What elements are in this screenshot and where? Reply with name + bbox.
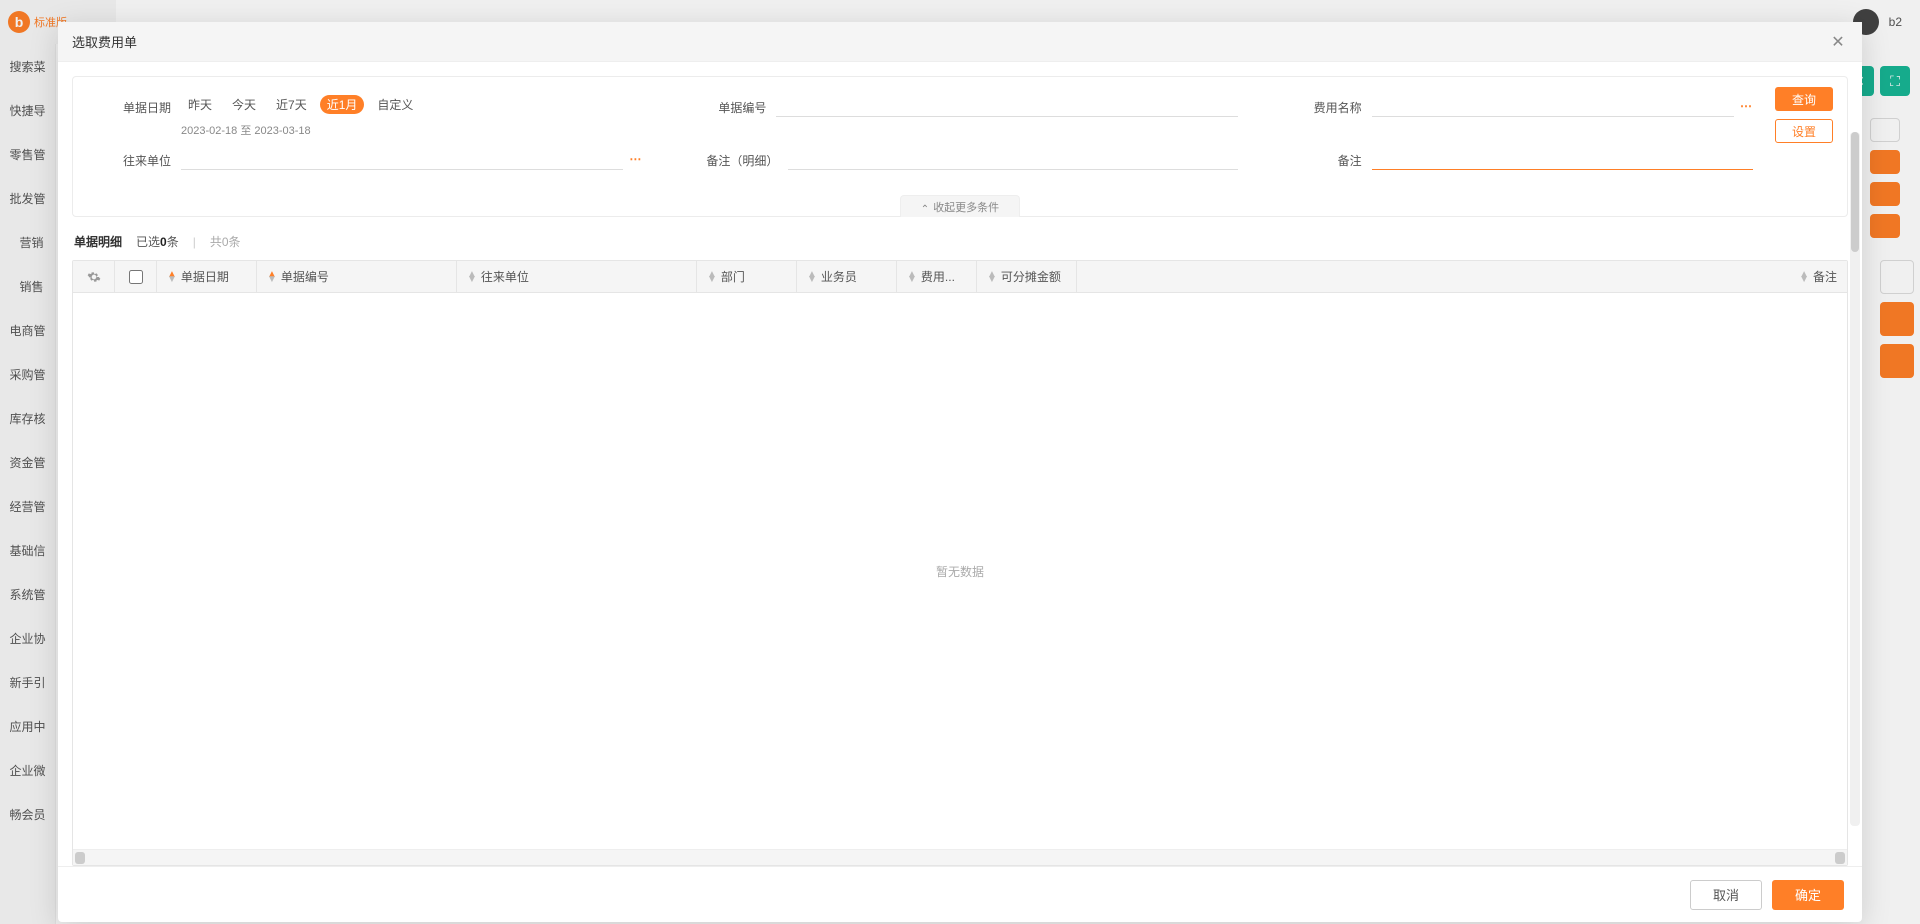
scroll-left-icon[interactable] <box>75 852 85 864</box>
sort-icon: ▲▼ <box>707 272 717 282</box>
grid-empty: 暂无数据 <box>73 293 1847 849</box>
gear-icon <box>87 270 101 284</box>
label-doc-code: 单据编号 <box>682 95 766 116</box>
remark-input[interactable] <box>1372 148 1753 170</box>
filter-panel: 查询 设置 单据日期 昨天 今天 近7天 近1月 自定义 2023-02-18 … <box>72 76 1848 217</box>
partner-input[interactable] <box>181 148 623 170</box>
date-opt-today[interactable]: 今天 <box>225 95 263 114</box>
filter-actions: 查询 设置 <box>1775 87 1833 143</box>
label-remark-detail: 备注（明细） <box>682 148 778 169</box>
ok-button[interactable]: 确定 <box>1772 880 1844 910</box>
sort-icon: ▲▼ <box>987 272 997 282</box>
date-opt-custom[interactable]: 自定义 <box>370 95 420 114</box>
date-range-text: 2023-02-18 至 2023-03-18 <box>181 122 642 138</box>
col-date[interactable]: ▲▼ 单据日期 <box>157 261 257 292</box>
label-partner: 往来单位 <box>87 148 171 169</box>
settings-button[interactable]: 设置 <box>1775 119 1833 143</box>
cancel-button[interactable]: 取消 <box>1690 880 1762 910</box>
data-grid: ▲▼ 单据日期 ▲▼ 单据编号 ▲▼ 往来单位 ▲▼ 部门 ▲▼ 业务员 <box>72 260 1848 866</box>
sort-icon: ▲▼ <box>167 272 177 282</box>
list-title: 单据明细 <box>74 233 122 250</box>
cost-name-input[interactable] <box>1372 95 1734 117</box>
remark-detail-input[interactable] <box>788 148 1237 170</box>
grid-header: ▲▼ 单据日期 ▲▼ 单据编号 ▲▼ 往来单位 ▲▼ 部门 ▲▼ 业务员 <box>73 261 1847 293</box>
col-checkbox-all[interactable] <box>115 261 157 292</box>
modal-select-expense: 选取费用单 ✕ 查询 设置 单据日期 昨天 今天 近7天 近1月 <box>58 22 1862 922</box>
selected-count: 已选0条 <box>136 233 179 250</box>
sort-icon: ▲▼ <box>907 272 917 282</box>
modal-title: 选取费用单 <box>72 32 137 51</box>
field-partner: 往来单位 ⋯ <box>87 148 642 182</box>
col-settings-icon[interactable] <box>73 261 115 292</box>
col-remark[interactable]: ▲▼ 备注 <box>1077 261 1847 292</box>
chevron-up-icon <box>921 201 929 213</box>
sort-icon: ▲▼ <box>807 272 817 282</box>
col-dept[interactable]: ▲▼ 部门 <box>697 261 797 292</box>
col-cost[interactable]: ▲▼ 费用... <box>897 261 977 292</box>
modal-footer: 取消 确定 <box>58 866 1862 922</box>
col-code[interactable]: ▲▼ 单据编号 <box>257 261 457 292</box>
col-alloc[interactable]: ▲▼ 可分摊金额 <box>977 261 1077 292</box>
grid-hscrollbar[interactable] <box>73 849 1847 865</box>
date-opt-yesterday[interactable]: 昨天 <box>181 95 219 114</box>
partner-more-icon[interactable]: ⋯ <box>629 152 642 166</box>
empty-text: 暂无数据 <box>936 563 984 580</box>
scroll-right-icon[interactable] <box>1835 852 1845 864</box>
label-doc-date: 单据日期 <box>87 95 171 116</box>
col-staff[interactable]: ▲▼ 业务员 <box>797 261 897 292</box>
field-remark-detail: 备注（明细） <box>682 148 1237 182</box>
date-quick-options: 昨天 今天 近7天 近1月 自定义 2023-02-18 至 2023-03-1… <box>181 95 642 138</box>
field-remark: 备注 <box>1278 148 1833 182</box>
modal-vscrollbar[interactable] <box>1850 132 1860 826</box>
cost-name-more-icon[interactable]: ⋯ <box>1740 99 1753 113</box>
date-opt-last1m[interactable]: 近1月 <box>320 95 365 114</box>
sort-icon: ▲▼ <box>1799 272 1809 282</box>
sort-icon: ▲▼ <box>267 272 277 282</box>
select-all-checkbox[interactable] <box>129 270 143 284</box>
modal-body: 查询 设置 单据日期 昨天 今天 近7天 近1月 自定义 2023-02-18 … <box>58 62 1862 866</box>
date-opt-last7[interactable]: 近7天 <box>269 95 314 114</box>
list-summary: 单据明细 已选0条 | 共0条 <box>72 227 1848 256</box>
doc-code-input[interactable] <box>776 95 1237 117</box>
field-doc-code: 单据编号 <box>682 95 1237 138</box>
total-count: 共0条 <box>210 233 241 250</box>
field-cost-name: 费用名称 ⋯ <box>1278 95 1833 138</box>
label-cost-name: 费用名称 <box>1278 95 1362 116</box>
search-button[interactable]: 查询 <box>1775 87 1833 111</box>
sort-icon: ▲▼ <box>467 272 477 282</box>
modal-header: 选取费用单 ✕ <box>58 22 1862 62</box>
col-partner[interactable]: ▲▼ 往来单位 <box>457 261 697 292</box>
collapse-conditions-button[interactable]: 收起更多条件 <box>900 195 1020 217</box>
label-remark: 备注 <box>1278 148 1362 169</box>
collapse-text: 收起更多条件 <box>933 199 999 215</box>
field-doc-date: 单据日期 昨天 今天 近7天 近1月 自定义 2023-02-18 至 2023… <box>87 95 642 138</box>
close-icon[interactable]: ✕ <box>1828 32 1848 52</box>
